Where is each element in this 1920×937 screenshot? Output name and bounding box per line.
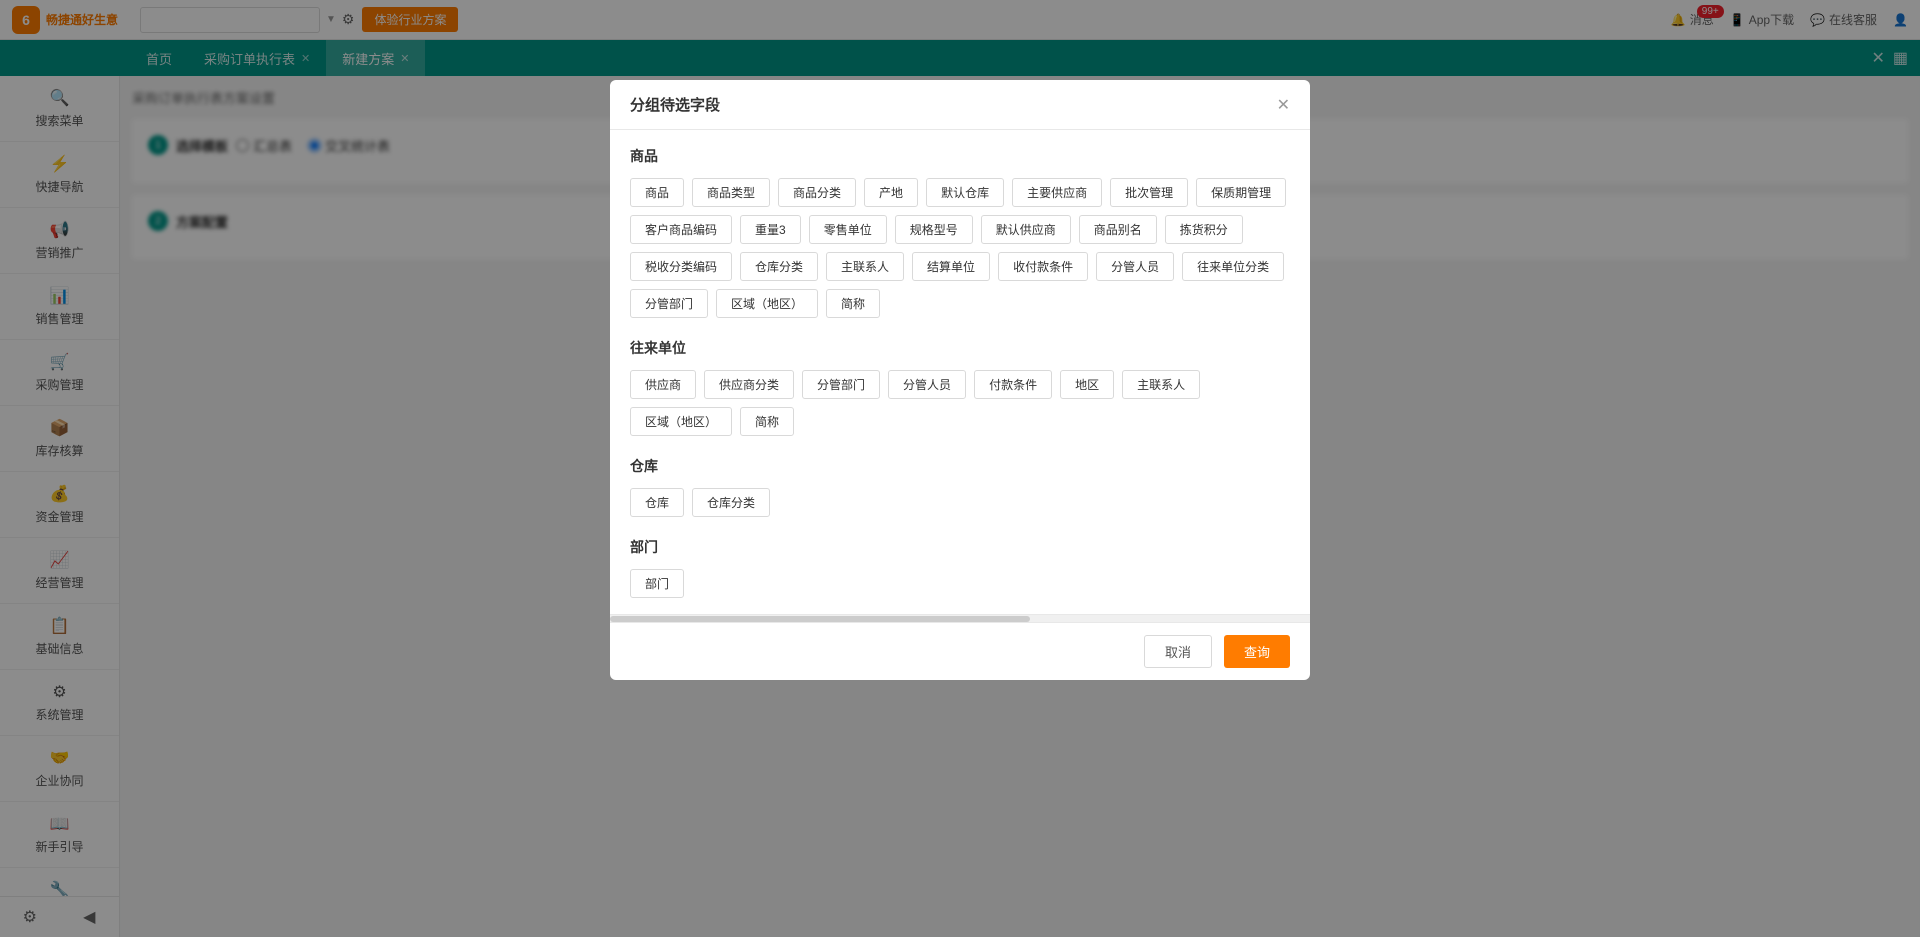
modal-scrolltrack — [610, 614, 1310, 622]
field-tag-region[interactable]: 区域（地区） — [716, 289, 818, 318]
confirm-button[interactable]: 查询 — [1224, 635, 1290, 668]
field-tag-payment-terms[interactable]: 收付款条件 — [998, 252, 1088, 281]
product-field-tags: 商品 商品类型 商品分类 产地 默认仓库 主要供应商 批次管理 保质期管理 客户… — [630, 178, 1290, 318]
field-tag-partner-cat[interactable]: 往来单位分类 — [1182, 252, 1284, 281]
field-tag-supervisor[interactable]: 分管人员 — [1096, 252, 1174, 281]
field-tag-main-contact2[interactable]: 主联系人 — [1122, 370, 1200, 399]
field-tag-origin[interactable]: 产地 — [864, 178, 918, 207]
field-tag-mgmt-person[interactable]: 分管人员 — [888, 370, 966, 399]
field-tag-settlement-unit[interactable]: 结算单位 — [912, 252, 990, 281]
field-tag-dept[interactable]: 部门 — [630, 569, 684, 598]
field-tag-main-supplier[interactable]: 主要供应商 — [1012, 178, 1102, 207]
field-tag-mgmt-dept2[interactable]: 分管部门 — [802, 370, 880, 399]
field-tag-default-supplier[interactable]: 默认供应商 — [981, 215, 1071, 244]
field-tag-default-warehouse[interactable]: 默认仓库 — [926, 178, 1004, 207]
field-tag-product-category[interactable]: 商品分类 — [778, 178, 856, 207]
modal-overlay: 分组待选字段 ✕ 商品 商品 商品类型 商品分类 产地 默认仓库 主要供应商 批… — [0, 0, 1920, 937]
field-tag-supplier[interactable]: 供应商 — [630, 370, 696, 399]
field-tag-batch-mgmt[interactable]: 批次管理 — [1110, 178, 1188, 207]
modal-scrollthumb — [610, 616, 1030, 622]
field-tag-picking-points[interactable]: 拣货积分 — [1165, 215, 1243, 244]
modal-title: 分组待选字段 — [630, 94, 720, 115]
section-partner: 往来单位 供应商 供应商分类 分管部门 分管人员 付款条件 地区 主联系人 区域… — [630, 338, 1290, 436]
field-tag-product-type[interactable]: 商品类型 — [692, 178, 770, 207]
modal-body: 商品 商品 商品类型 商品分类 产地 默认仓库 主要供应商 批次管理 保质期管理… — [610, 130, 1310, 614]
section-warehouse-title: 仓库 — [630, 456, 1290, 476]
section-dept: 部门 部门 — [630, 537, 1290, 598]
dept-field-tags: 部门 — [630, 569, 1290, 598]
field-tag-region3[interactable]: 区域（地区） — [630, 407, 732, 436]
section-partner-title: 往来单位 — [630, 338, 1290, 358]
field-select-modal: 分组待选字段 ✕ 商品 商品 商品类型 商品分类 产地 默认仓库 主要供应商 批… — [610, 80, 1310, 680]
partner-field-tags: 供应商 供应商分类 分管部门 分管人员 付款条件 地区 主联系人 区域（地区） … — [630, 370, 1290, 436]
section-product-title: 商品 — [630, 146, 1290, 166]
field-tag-payment-cond[interactable]: 付款条件 — [974, 370, 1052, 399]
field-tag-supplier-cat[interactable]: 供应商分类 — [704, 370, 794, 399]
field-tag-warehouse-cat2[interactable]: 仓库分类 — [692, 488, 770, 517]
field-tag-weight[interactable]: 重量3 — [740, 215, 801, 244]
field-tag-spec-model[interactable]: 规格型号 — [895, 215, 973, 244]
modal-close-btn[interactable]: ✕ — [1277, 95, 1290, 115]
modal-footer: 取消 查询 — [610, 622, 1310, 680]
warehouse-field-tags: 仓库 仓库分类 — [630, 488, 1290, 517]
field-tag-region2[interactable]: 地区 — [1060, 370, 1114, 399]
field-tag-mgmt-dept[interactable]: 分管部门 — [630, 289, 708, 318]
field-tag-short-name2[interactable]: 简称 — [740, 407, 794, 436]
field-tag-product[interactable]: 商品 — [630, 178, 684, 207]
field-tag-tax-code[interactable]: 税收分类编码 — [630, 252, 732, 281]
field-tag-product-alias[interactable]: 商品别名 — [1079, 215, 1157, 244]
field-tag-short-name[interactable]: 简称 — [826, 289, 880, 318]
field-tag-expiry-mgmt[interactable]: 保质期管理 — [1196, 178, 1286, 207]
section-warehouse: 仓库 仓库 仓库分类 — [630, 456, 1290, 517]
section-dept-title: 部门 — [630, 537, 1290, 557]
section-product: 商品 商品 商品类型 商品分类 产地 默认仓库 主要供应商 批次管理 保质期管理… — [630, 146, 1290, 318]
field-tag-main-contact[interactable]: 主联系人 — [826, 252, 904, 281]
field-tag-retail-unit[interactable]: 零售单位 — [809, 215, 887, 244]
field-tag-warehouse[interactable]: 仓库 — [630, 488, 684, 517]
field-tag-warehouse-cat[interactable]: 仓库分类 — [740, 252, 818, 281]
modal-header: 分组待选字段 ✕ — [610, 80, 1310, 130]
cancel-button[interactable]: 取消 — [1144, 635, 1212, 668]
field-tag-customer-code[interactable]: 客户商品编码 — [630, 215, 732, 244]
